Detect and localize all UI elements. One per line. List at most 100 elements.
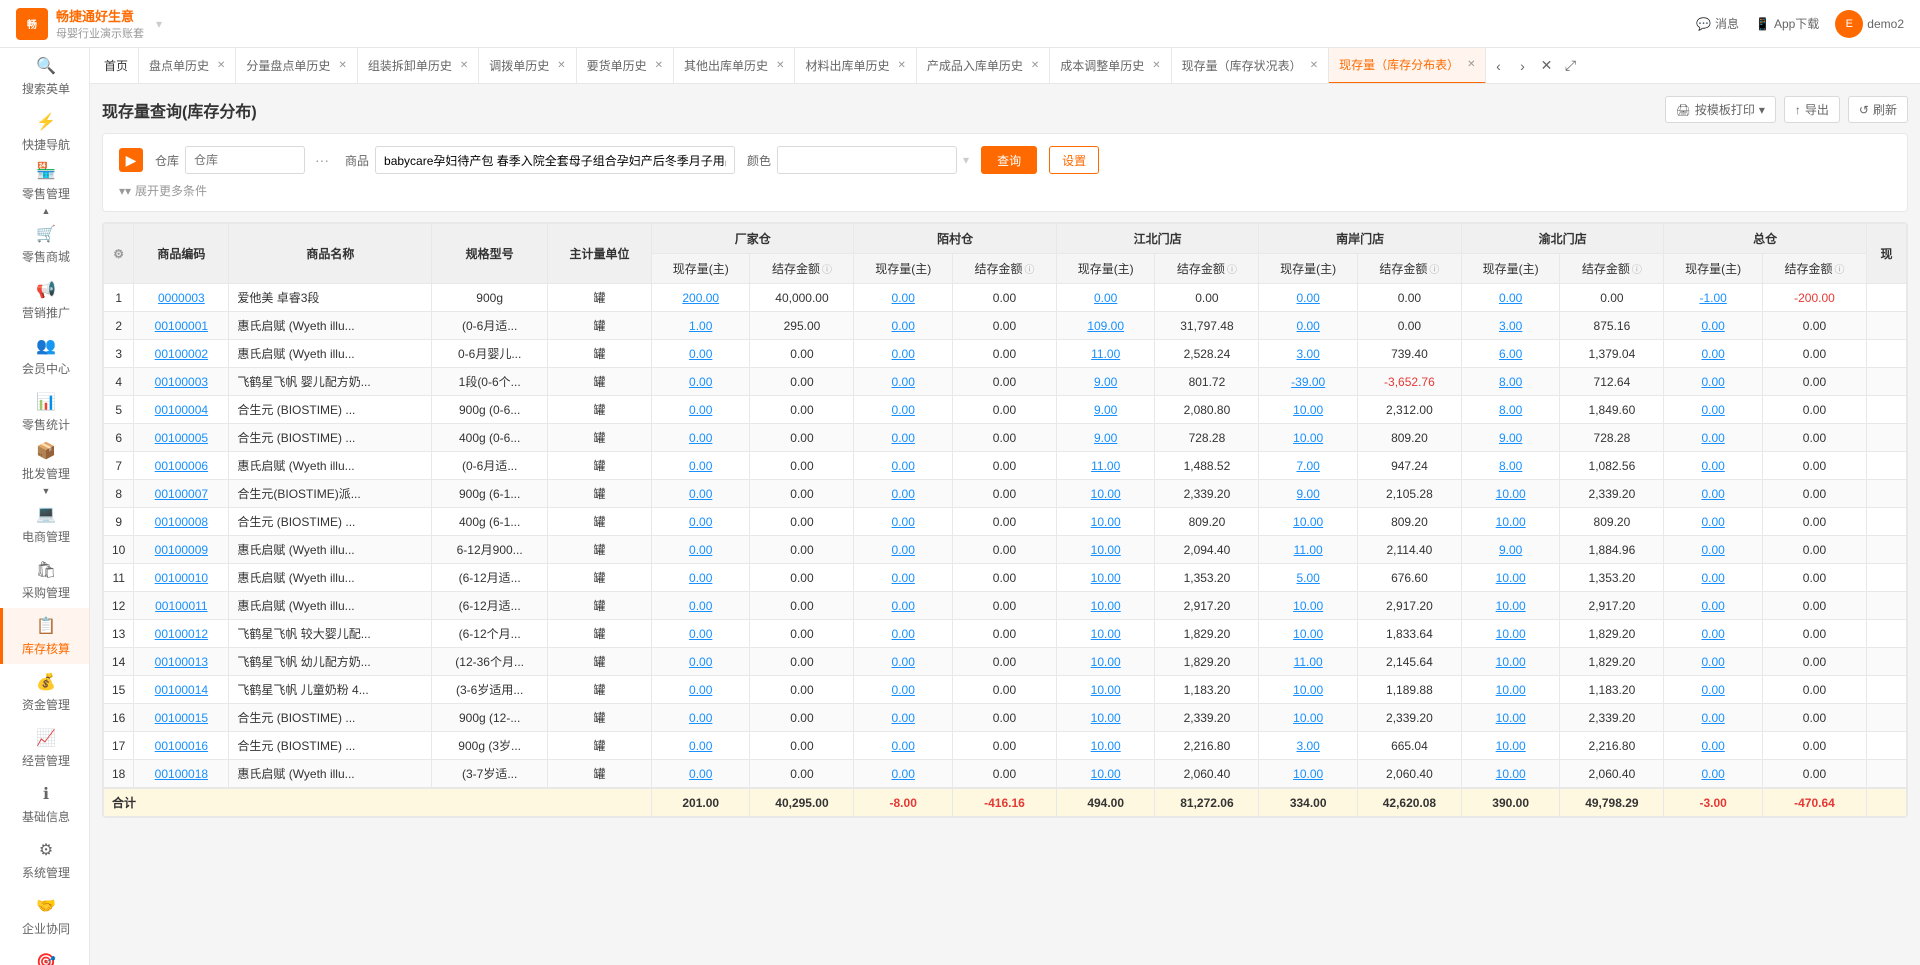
cell-mocun-qty[interactable]: 0.00 [854,340,953,368]
cell-factory-qty[interactable]: 0.00 [651,536,750,564]
cell-yubei-qty[interactable]: 10.00 [1461,508,1560,536]
tab-close-all-btn[interactable]: ✕ [1534,48,1558,84]
cell-mocun-qty[interactable]: 0.00 [854,368,953,396]
cell-yubei-qty[interactable]: 10.00 [1461,760,1560,789]
cell-jiangbei-qty[interactable]: 9.00 [1056,368,1155,396]
cell-nanan-qty[interactable]: 3.00 [1259,732,1358,760]
tab-close-transfer[interactable]: ✕ [557,60,565,71]
cell-factory-qty[interactable]: 0.00 [651,564,750,592]
cell-nanan-qty[interactable]: 10.00 [1259,676,1358,704]
tab-close-inventory-single[interactable]: ✕ [217,60,225,71]
tab-purchase-order[interactable]: 要货单历史 ✕ [577,48,674,84]
cell-total-qty[interactable]: 0.00 [1664,648,1763,676]
tab-close-stock-dist[interactable]: ✕ [1467,59,1475,70]
sidebar-item-wholesale[interactable]: 📦 批发管理 ▼ [0,440,89,496]
expand-conditions-btn[interactable]: ▾▾ 展开更多条件 [119,182,1891,199]
cell-mocun-qty[interactable]: 0.00 [854,424,953,452]
tab-close-purchase-order[interactable]: ✕ [655,60,663,71]
cell-yubei-qty[interactable]: 10.00 [1461,732,1560,760]
color-input[interactable] [777,146,957,174]
cell-factory-qty[interactable]: 0.00 [651,340,750,368]
settings-btn[interactable]: 设置 [1049,146,1099,174]
cell-jiangbei-qty[interactable]: 10.00 [1056,760,1155,789]
cell-nanan-qty[interactable]: 0.00 [1259,284,1358,312]
sidebar-item-inventory[interactable]: 📋 库存核算 [0,608,89,664]
cell-factory-qty[interactable]: 0.00 [651,396,750,424]
cell-factory-qty[interactable]: 1.00 [651,312,750,340]
cell-code[interactable]: 00100001 [134,312,229,340]
cell-nanan-qty[interactable]: 3.00 [1259,340,1358,368]
cell-mocun-qty[interactable]: 0.00 [854,284,953,312]
cell-mocun-qty[interactable]: 0.00 [854,396,953,424]
cell-mocun-qty[interactable]: 0.00 [854,732,953,760]
warehouse-input[interactable] [185,146,305,174]
tab-other-out[interactable]: 其他出库单历史 ✕ [674,48,795,84]
cell-nanan-qty[interactable]: 0.00 [1259,312,1358,340]
cell-nanan-qty[interactable]: 10.00 [1259,704,1358,732]
cell-total-qty[interactable]: 0.00 [1664,452,1763,480]
tab-inventory-split[interactable]: 分量盘点单历史 ✕ [236,48,357,84]
cell-jiangbei-qty[interactable]: 0.00 [1056,284,1155,312]
sidebar-item-finance[interactable]: 💰 资金管理 [0,664,89,720]
cell-mocun-qty[interactable]: 0.00 [854,620,953,648]
gear-icon[interactable]: ⚙ [113,247,124,261]
cell-jiangbei-qty[interactable]: 10.00 [1056,648,1155,676]
cell-jiangbei-qty[interactable]: 10.00 [1056,564,1155,592]
cell-jiangbei-qty[interactable]: 10.00 [1056,508,1155,536]
cell-total-qty[interactable]: 0.00 [1664,424,1763,452]
cell-code[interactable]: 00100016 [134,732,229,760]
cell-total-qty[interactable]: 0.00 [1664,368,1763,396]
cell-total-qty[interactable]: 0.00 [1664,564,1763,592]
tab-close-other-out[interactable]: ✕ [776,60,784,71]
sidebar-item-enterprise-collab[interactable]: 🤝 企业协同 [0,888,89,944]
warehouse-dots-btn[interactable]: ··· [311,152,333,168]
tab-assembly[interactable]: 组装拆卸单历史 ✕ [358,48,479,84]
cell-factory-qty[interactable]: 0.00 [651,648,750,676]
cell-jiangbei-qty[interactable]: 10.00 [1056,480,1155,508]
cell-jiangbei-qty[interactable]: 109.00 [1056,312,1155,340]
cell-code[interactable]: 00100006 [134,452,229,480]
cell-total-qty[interactable]: 0.00 [1664,620,1763,648]
cell-total-qty[interactable]: 0.00 [1664,592,1763,620]
cell-total-qty[interactable]: 0.00 [1664,480,1763,508]
cell-total-qty[interactable]: 0.00 [1664,340,1763,368]
cell-jiangbei-qty[interactable]: 11.00 [1056,340,1155,368]
toggle-btn[interactable]: ▶ [119,148,143,172]
cell-code[interactable]: 00100003 [134,368,229,396]
cell-factory-qty[interactable]: 0.00 [651,592,750,620]
cell-yubei-qty[interactable]: 8.00 [1461,396,1560,424]
cell-factory-qty[interactable]: 0.00 [651,480,750,508]
cell-factory-qty[interactable]: 0.00 [651,368,750,396]
tab-home[interactable]: 首页 [94,48,139,84]
cell-nanan-qty[interactable]: 11.00 [1259,648,1358,676]
cell-code[interactable]: 00100013 [134,648,229,676]
sidebar-item-retail-stats[interactable]: 📊 零售统计 [0,384,89,440]
app-download-btn[interactable]: 📱 App下载 [1755,15,1819,32]
tab-inventory-single[interactable]: 盘点单历史 ✕ [139,48,236,84]
tab-close-inventory-split[interactable]: ✕ [338,60,346,71]
cell-factory-qty[interactable]: 0.00 [651,760,750,789]
cell-factory-qty[interactable]: 0.00 [651,732,750,760]
cell-yubei-qty[interactable]: 10.00 [1461,564,1560,592]
sidebar-item-member[interactable]: 👥 会员中心 [0,328,89,384]
cell-jiangbei-qty[interactable]: 10.00 [1056,704,1155,732]
cell-yubei-qty[interactable]: 0.00 [1461,284,1560,312]
tab-expand-btn[interactable]: ⤢ [1558,48,1582,84]
cell-nanan-qty[interactable]: -39.00 [1259,368,1358,396]
cell-yubei-qty[interactable]: 10.00 [1461,704,1560,732]
cell-nanan-qty[interactable]: 7.00 [1259,452,1358,480]
cell-nanan-qty[interactable]: 5.00 [1259,564,1358,592]
cell-yubei-qty[interactable]: 10.00 [1461,676,1560,704]
sidebar-item-marketing[interactable]: 📢 营销推广 [0,272,89,328]
sidebar-item-guide[interactable]: 🎯 新手引导 [0,944,89,965]
cell-yubei-qty[interactable]: 10.00 [1461,592,1560,620]
print-btn[interactable]: 🖨 按模板打印 ▾ [1665,96,1776,123]
tab-prev-btn[interactable]: ‹ [1486,48,1510,84]
cell-yubei-qty[interactable]: 6.00 [1461,340,1560,368]
cell-total-qty[interactable]: 0.00 [1664,760,1763,789]
cell-total-qty[interactable]: 0.00 [1664,536,1763,564]
cell-code[interactable]: 00100008 [134,508,229,536]
cell-code[interactable]: 0000003 [134,284,229,312]
cell-factory-qty[interactable]: 0.00 [651,452,750,480]
cell-jiangbei-qty[interactable]: 10.00 [1056,592,1155,620]
